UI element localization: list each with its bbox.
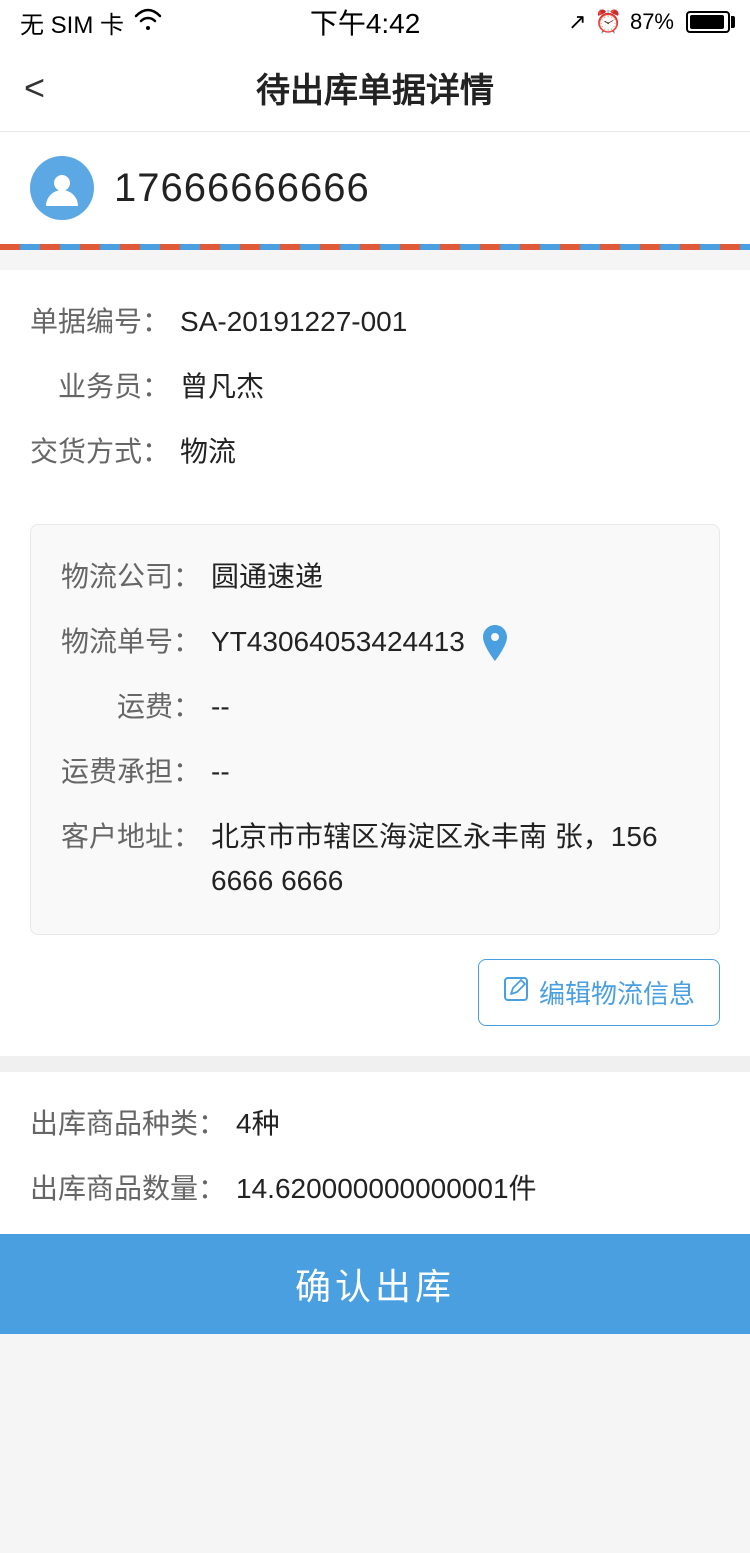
logistics-tracking-label: 物流单号： <box>61 620 211 665</box>
location-status-icon: ↗ <box>568 9 586 35</box>
section-divider <box>0 1056 750 1072</box>
salesman-value: 曾凡杰 <box>180 365 720 410</box>
status-bar: 无 SIM 卡 下午4:42 ↗ ⏰ 87% <box>0 0 750 44</box>
goods-quantity-row: 出库商品数量： 14.620000000000001件 <box>30 1167 720 1212</box>
order-number-label: 单据编号： <box>30 300 180 345</box>
freight-bearer-row: 运费承担： -- <box>61 750 689 795</box>
logistics-card: 物流公司： 圆通速递 物流单号： YT43064053424413 运费： -- <box>30 524 720 935</box>
address-value: 北京市市辖区海淀区永丰南 张，156 6666 6666 <box>211 815 689 905</box>
nav-bar: < 待出库单据详情 <box>0 44 750 132</box>
edit-logistics-area: 编辑物流信息 <box>30 959 720 1026</box>
freight-bearer-value: -- <box>211 750 689 795</box>
goods-quantity-label: 出库商品数量： <box>30 1167 236 1212</box>
freight-row: 运费： -- <box>61 685 689 730</box>
goods-type-row: 出库商品种类： 4种 <box>30 1102 720 1147</box>
battery-icon <box>686 11 730 33</box>
logistics-company-label: 物流公司： <box>61 555 211 600</box>
edit-logistics-label: 编辑物流信息 <box>539 974 695 1011</box>
goods-type-label: 出库商品种类： <box>30 1102 236 1147</box>
freight-label: 运费： <box>61 685 211 730</box>
confirm-label: 确认出库 <box>295 1258 455 1310</box>
battery-percent: 87% <box>630 9 674 35</box>
status-bar-left: 无 SIM 卡 <box>20 5 162 40</box>
logistics-tracking-row: 物流单号： YT43064053424413 <box>61 620 689 665</box>
logistics-company-value: 圆通速递 <box>211 555 689 600</box>
alarm-icon: ⏰ <box>595 9 622 35</box>
logistics-section: 物流公司： 圆通速递 物流单号： YT43064053424413 运费： -- <box>0 504 750 1056</box>
logistics-company-row: 物流公司： 圆通速递 <box>61 555 689 600</box>
carrier-label: 无 SIM 卡 <box>20 5 124 40</box>
address-label: 客户地址： <box>61 815 211 860</box>
customer-header: 17666666666 <box>0 132 750 244</box>
logistics-tracking-value: YT43064053424413 <box>211 620 689 665</box>
back-button[interactable]: < <box>24 67 45 109</box>
confirm-button[interactable]: 确认出库 <box>0 1234 750 1334</box>
edit-icon <box>503 976 529 1009</box>
bottom-spacer <box>0 1333 750 1453</box>
delivery-row: 交货方式： 物流 <box>30 430 720 475</box>
freight-value: -- <box>211 685 689 730</box>
order-number-value: SA-20191227-001 <box>180 300 720 345</box>
salesman-row: 业务员： 曾凡杰 <box>30 365 720 410</box>
wifi-icon <box>134 8 162 37</box>
page-title: 待出库单据详情 <box>256 63 494 112</box>
avatar <box>30 156 94 220</box>
freight-bearer-label: 运费承担： <box>61 750 211 795</box>
goods-type-value: 4种 <box>236 1102 720 1147</box>
customer-phone: 17666666666 <box>114 166 370 211</box>
edit-logistics-button[interactable]: 编辑物流信息 <box>478 959 720 1026</box>
order-number-row: 单据编号： SA-20191227-001 <box>30 300 720 345</box>
order-info-section: 单据编号： SA-20191227-001 业务员： 曾凡杰 交货方式： 物流 <box>0 270 750 504</box>
salesman-label: 业务员： <box>30 365 180 410</box>
delivery-value: 物流 <box>180 430 720 475</box>
location-icon[interactable] <box>479 625 511 661</box>
dashed-separator <box>0 244 750 250</box>
status-bar-time: 下午4:42 <box>310 2 421 42</box>
delivery-label: 交货方式： <box>30 430 180 475</box>
status-bar-right: ↗ ⏰ 87% <box>568 9 730 35</box>
goods-quantity-value: 14.620000000000001件 <box>236 1167 720 1212</box>
address-row: 客户地址： 北京市市辖区海淀区永丰南 张，156 6666 6666 <box>61 815 689 905</box>
